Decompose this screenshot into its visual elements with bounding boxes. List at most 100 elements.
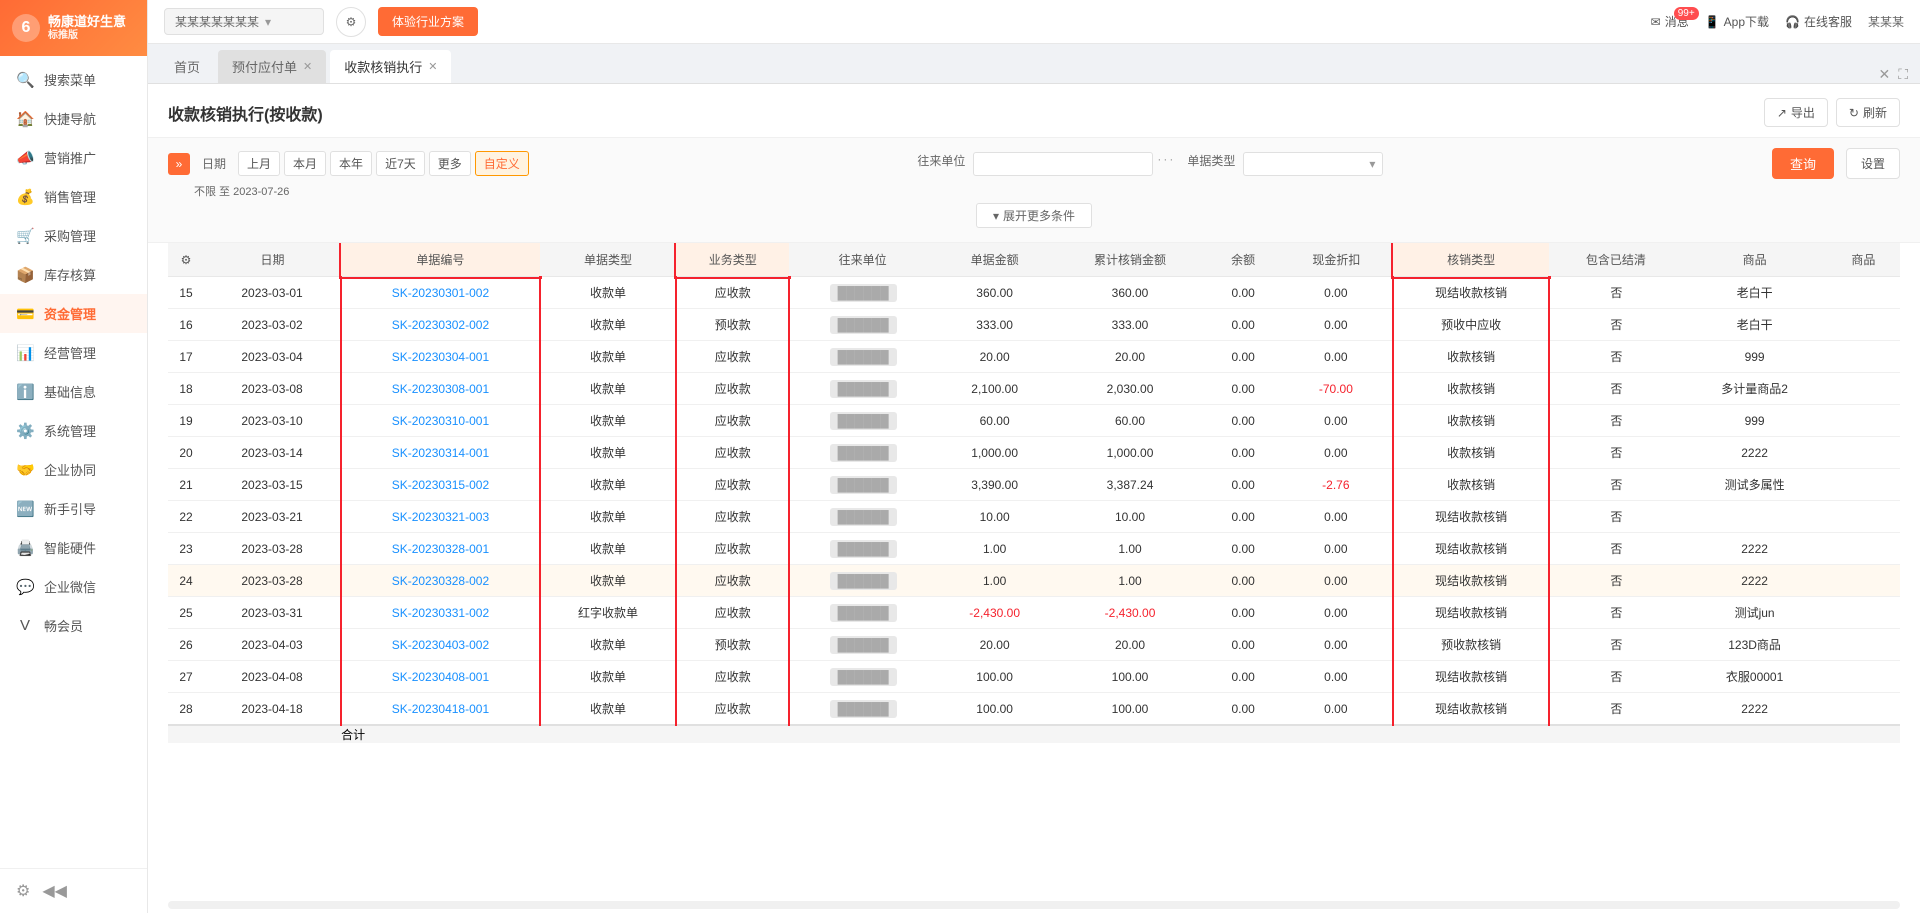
cell-cash-discount: 0.00 [1280, 309, 1393, 341]
sidebar-item-smart-hw[interactable]: 🖨️智能硬件 [0, 528, 147, 567]
bill-no-link[interactable]: SK-20230314-001 [392, 446, 489, 460]
cell-product2 [1827, 437, 1900, 469]
date-quick-buttons: 上月 本月 本年 近7天 更多 自定义 [238, 151, 529, 176]
messages-button[interactable]: ✉ 消息 99+ [1651, 13, 1689, 30]
sidebar-item-inventory[interactable]: 📦库存核算 [0, 255, 147, 294]
bill-no-link[interactable]: SK-20230302-002 [392, 318, 489, 332]
sidebar-item-fund-mgmt[interactable]: 💳资金管理 [0, 294, 147, 333]
table-row: 22 2023-03-21 SK-20230321-003 收款单 应收款 ██… [168, 501, 1900, 533]
cell-bill-no: SK-20230418-001 [341, 693, 540, 726]
cell-product2 [1827, 693, 1900, 726]
cell-bill-type: 收款单 [540, 341, 676, 373]
cell-partner: ██████ [789, 597, 935, 629]
sidebar-item-search-menu[interactable]: 🔍搜索菜单 [0, 60, 147, 99]
logo-icon: 6 [12, 14, 40, 42]
expand-more-button[interactable]: ▾ 展开更多条件 [976, 203, 1092, 228]
app-download-button[interactable]: 📱 App下载 [1705, 13, 1769, 30]
export-button[interactable]: ↗ 导出 [1764, 98, 1828, 127]
tab-prepay[interactable]: 预付应付单 ✕ [218, 50, 326, 83]
tab-prepay-close-icon[interactable]: ✕ [303, 60, 312, 73]
cell-date: 2023-04-03 [204, 629, 341, 661]
cell-total-cancel: -2,430.00 [1053, 597, 1206, 629]
bill-no-link[interactable]: SK-20230310-001 [392, 414, 489, 428]
bill-no-link[interactable]: SK-20230301-002 [392, 286, 489, 300]
cell-include-settled: 否 [1549, 469, 1682, 501]
sidebar-item-newbie[interactable]: 🆕新手引导 [0, 489, 147, 528]
tab-expand-icon[interactable]: ⛶ [1898, 66, 1908, 83]
cell-no: 15 [168, 277, 204, 309]
cell-bill-type: 红字收款单 [540, 597, 676, 629]
collapse-icon[interactable]: ◀◀ [42, 881, 67, 901]
workspace-selector[interactable]: 某某某某某某某 ▾ [164, 8, 324, 35]
cell-bill-no: SK-20230314-001 [341, 437, 540, 469]
partner-input[interactable] [973, 152, 1153, 176]
filter-settings-button[interactable]: 设置 [1846, 148, 1900, 179]
sidebar-item-biz-mgmt[interactable]: 📊经营管理 [0, 333, 147, 372]
more-button[interactable]: 更多 [429, 151, 471, 176]
bill-no-link[interactable]: SK-20230308-001 [392, 382, 489, 396]
cell-total-cancel: 1.00 [1053, 565, 1206, 597]
col-header-date: 日期 [204, 243, 341, 277]
solution-button[interactable]: 体验行业方案 [378, 7, 478, 36]
bill-no-link[interactable]: SK-20230304-001 [392, 350, 489, 364]
table-row: 26 2023-04-03 SK-20230403-002 收款单 预收款 ██… [168, 629, 1900, 661]
sidebar-item-sales-mgmt[interactable]: 💰销售管理 [0, 177, 147, 216]
footer-total: 合计 [341, 725, 1900, 743]
tab-collect-cancel-close-icon[interactable]: ✕ [428, 60, 437, 73]
filter-expand-button[interactable]: » [168, 153, 190, 175]
gear-button[interactable]: ⚙ [336, 7, 366, 37]
bill-no-link[interactable]: SK-20230418-001 [392, 702, 489, 716]
bill-no-link[interactable]: SK-20230328-002 [392, 574, 489, 588]
sidebar-item-sys-mgmt[interactable]: ⚙️系统管理 [0, 411, 147, 450]
cell-no: 20 [168, 437, 204, 469]
query-button[interactable]: 查询 [1772, 148, 1834, 179]
sidebar-item-quick-nav[interactable]: 🏠快捷导航 [0, 99, 147, 138]
table-scrollbar[interactable] [168, 901, 1900, 909]
tab-collect-cancel[interactable]: 收款核销执行 ✕ [330, 50, 451, 83]
bill-no-link[interactable]: SK-20230403-002 [392, 638, 489, 652]
cell-product: 衣服00001 [1682, 661, 1826, 693]
sidebar-item-marketing[interactable]: 📣营销推广 [0, 138, 147, 177]
refresh-button[interactable]: ↻ 刷新 [1836, 98, 1900, 127]
settings-bottom-icon[interactable]: ⚙ [16, 881, 30, 901]
bill-no-link[interactable]: SK-20230315-002 [392, 478, 489, 492]
cell-include-settled: 否 [1549, 693, 1682, 726]
cell-biz-type: 应收款 [676, 469, 789, 501]
bill-no-link[interactable]: SK-20230408-001 [392, 670, 489, 684]
sidebar-label-sys-mgmt: 系统管理 [44, 421, 96, 440]
cell-cash-discount: -2.76 [1280, 469, 1393, 501]
cell-product2 [1827, 501, 1900, 533]
data-table: ⚙ 日期 单据编号 单据类型 业务类型 往来单位 单据金额 累计核销金额 余额 … [168, 243, 1900, 743]
col-header-cancel-type: 核销类型 [1393, 243, 1549, 277]
cell-cash-discount: 0.00 [1280, 533, 1393, 565]
headset-icon: 🎧 [1785, 15, 1800, 29]
single-type-select[interactable] [1243, 152, 1383, 176]
sidebar-item-wechat-work[interactable]: 💬企业微信 [0, 567, 147, 606]
tab-home[interactable]: 首页 [160, 50, 214, 83]
tab-close-all-icon[interactable]: ✕ [1878, 66, 1890, 83]
last7-button[interactable]: 近7天 [376, 151, 425, 176]
cell-bill-amount: 2,100.00 [936, 373, 1054, 405]
sidebar-item-purchase-mgmt[interactable]: 🛒采购管理 [0, 216, 147, 255]
col-header-settings[interactable]: ⚙ [168, 243, 204, 277]
column-settings-icon[interactable]: ⚙ [181, 253, 192, 267]
cell-partner: ██████ [789, 277, 935, 309]
bill-no-link[interactable]: SK-20230331-002 [392, 606, 489, 620]
cell-include-settled: 否 [1549, 309, 1682, 341]
this-month-button[interactable]: 本月 [284, 151, 326, 176]
user-menu[interactable]: 某某某 [1868, 13, 1904, 30]
bill-no-link[interactable]: SK-20230321-003 [392, 510, 489, 524]
cell-partner: ██████ [789, 373, 935, 405]
sidebar-item-vip[interactable]: V畅会员 [0, 606, 147, 645]
custom-button[interactable]: 自定义 [475, 151, 529, 176]
cell-no: 16 [168, 309, 204, 341]
bill-no-link[interactable]: SK-20230328-001 [392, 542, 489, 556]
sidebar-item-enterprise[interactable]: 🤝企业协同 [0, 450, 147, 489]
sidebar-icon-quick-nav: 🏠 [16, 110, 34, 128]
sidebar-label-wechat-work: 企业微信 [44, 577, 96, 596]
cell-bill-type: 收款单 [540, 533, 676, 565]
this-year-button[interactable]: 本年 [330, 151, 372, 176]
online-support-button[interactable]: 🎧 在线客服 [1785, 13, 1852, 30]
sidebar-item-basic-info[interactable]: ℹ️基础信息 [0, 372, 147, 411]
last-month-button[interactable]: 上月 [238, 151, 280, 176]
